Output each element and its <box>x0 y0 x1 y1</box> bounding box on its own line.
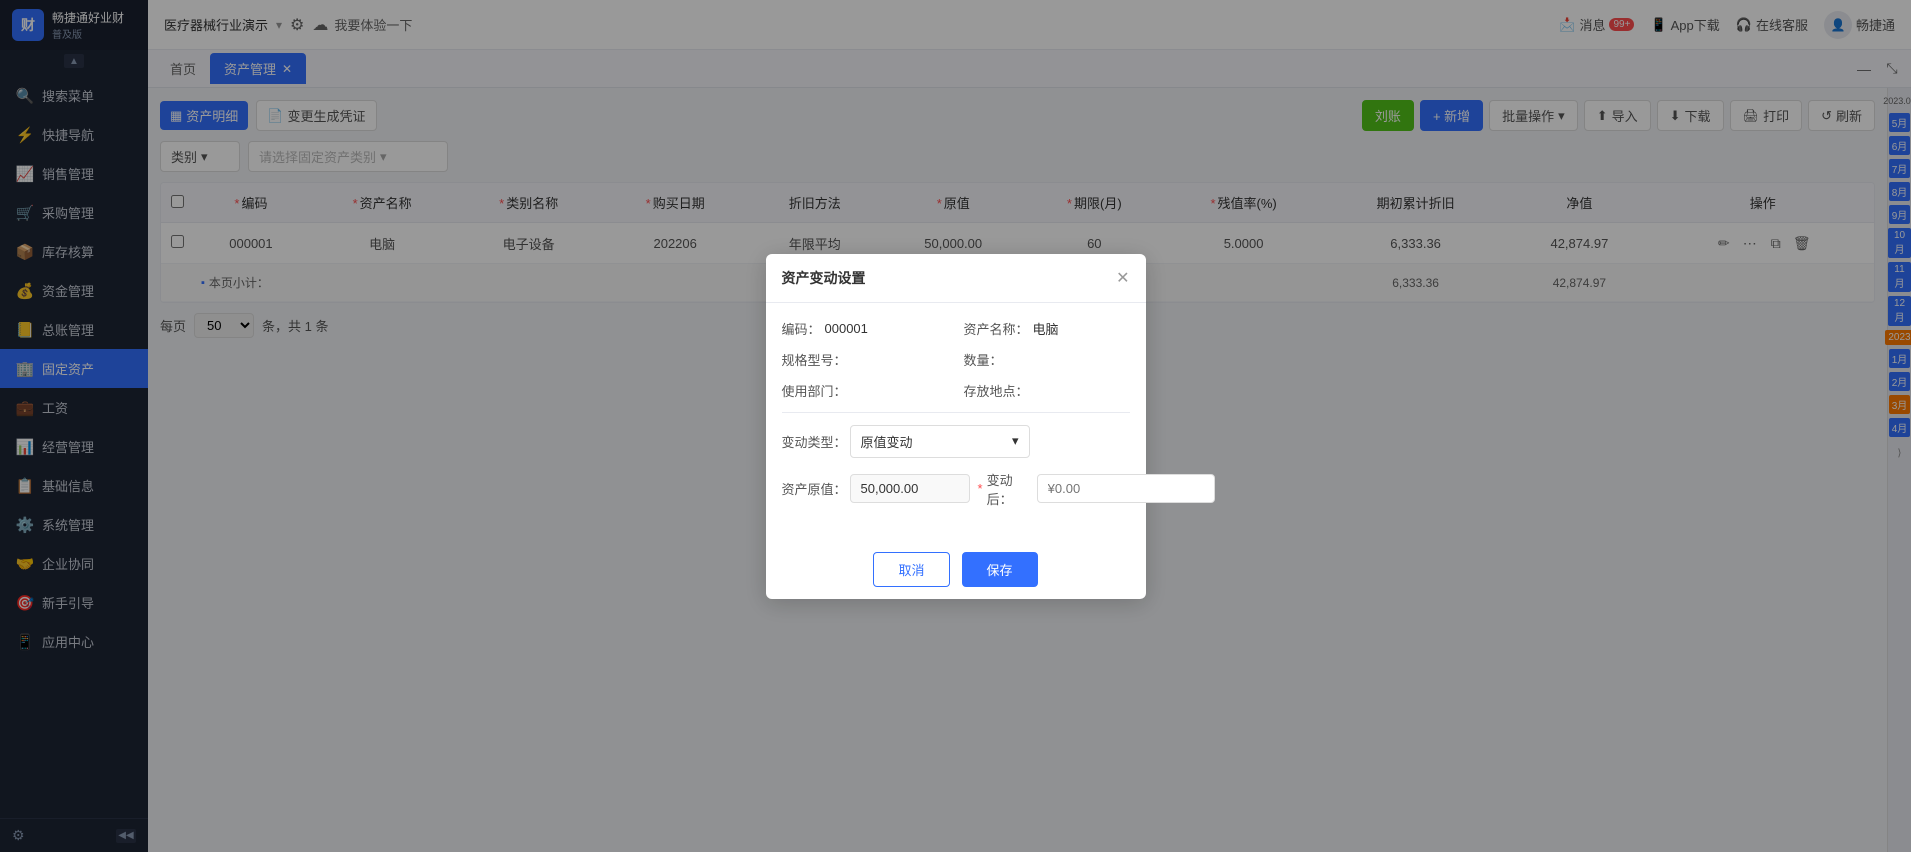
modal-close-btn[interactable]: ✕ <box>1116 268 1129 288</box>
modal-after-group: * 变动后： <box>978 470 1215 508</box>
modal-info-row1: 编码： 000001 资产名称： 电脑 <box>782 319 1130 338</box>
modal-overlay: 资产变动设置 ✕ 编码： 000001 资产名称： 电脑 规格型号： <box>0 0 1911 852</box>
modal-change-type-dropdown-icon: ▾ <box>1012 433 1019 449</box>
modal-change-type-label: 变动类型： <box>782 432 842 451</box>
modal-spec-field: 规格型号： <box>782 350 948 369</box>
modal-save-button[interactable]: 保存 <box>962 552 1038 587</box>
modal-original-value-display: 50,000.00 <box>850 474 970 503</box>
modal-name-label: 资产名称： <box>964 319 1029 338</box>
modal-name-field: 资产名称： 电脑 <box>964 319 1130 338</box>
modal-cancel-button[interactable]: 取消 <box>873 552 949 587</box>
cancel-label: 取消 <box>898 563 924 578</box>
modal-after-input[interactable] <box>1037 474 1215 503</box>
modal-spec-label: 规格型号： <box>782 350 847 369</box>
modal-info-row3: 使用部门： 存放地点： <box>782 381 1130 400</box>
modal-change-type-row: 变动类型： 原值变动 ▾ <box>782 425 1130 458</box>
modal-name-value: 电脑 <box>1033 319 1059 338</box>
modal-info-row2: 规格型号： 数量： <box>782 350 1130 369</box>
modal-original-value-label: 资产原值： <box>782 479 842 498</box>
modal-location-field: 存放地点： <box>964 381 1130 400</box>
save-label: 保存 <box>987 563 1013 578</box>
modal-divider <box>782 412 1130 413</box>
modal-required-star: * <box>978 481 983 496</box>
modal-quantity-label: 数量： <box>964 350 1003 369</box>
modal-title: 资产变动设置 <box>782 268 866 288</box>
modal-change-type-value: 原值变动 <box>861 432 913 451</box>
modal-body: 编码： 000001 资产名称： 电脑 规格型号： 数量： <box>766 303 1146 540</box>
modal-location-label: 存放地点： <box>964 381 1029 400</box>
modal-header: 资产变动设置 ✕ <box>766 254 1146 303</box>
modal-footer: 取消 保存 <box>766 540 1146 599</box>
asset-change-modal: 资产变动设置 ✕ 编码： 000001 资产名称： 电脑 规格型号： <box>766 254 1146 599</box>
modal-code-value: 000001 <box>825 321 868 336</box>
modal-dept-label: 使用部门： <box>782 381 847 400</box>
modal-after-label: 变动后： <box>987 470 1033 508</box>
modal-value-row: 资产原值： 50,000.00 * 变动后： <box>782 470 1130 508</box>
modal-code-label: 编码： <box>782 319 821 338</box>
modal-code-field: 编码： 000001 <box>782 319 948 338</box>
modal-change-type-select[interactable]: 原值变动 ▾ <box>850 425 1030 458</box>
modal-dept-field: 使用部门： <box>782 381 948 400</box>
modal-quantity-field: 数量： <box>964 350 1130 369</box>
